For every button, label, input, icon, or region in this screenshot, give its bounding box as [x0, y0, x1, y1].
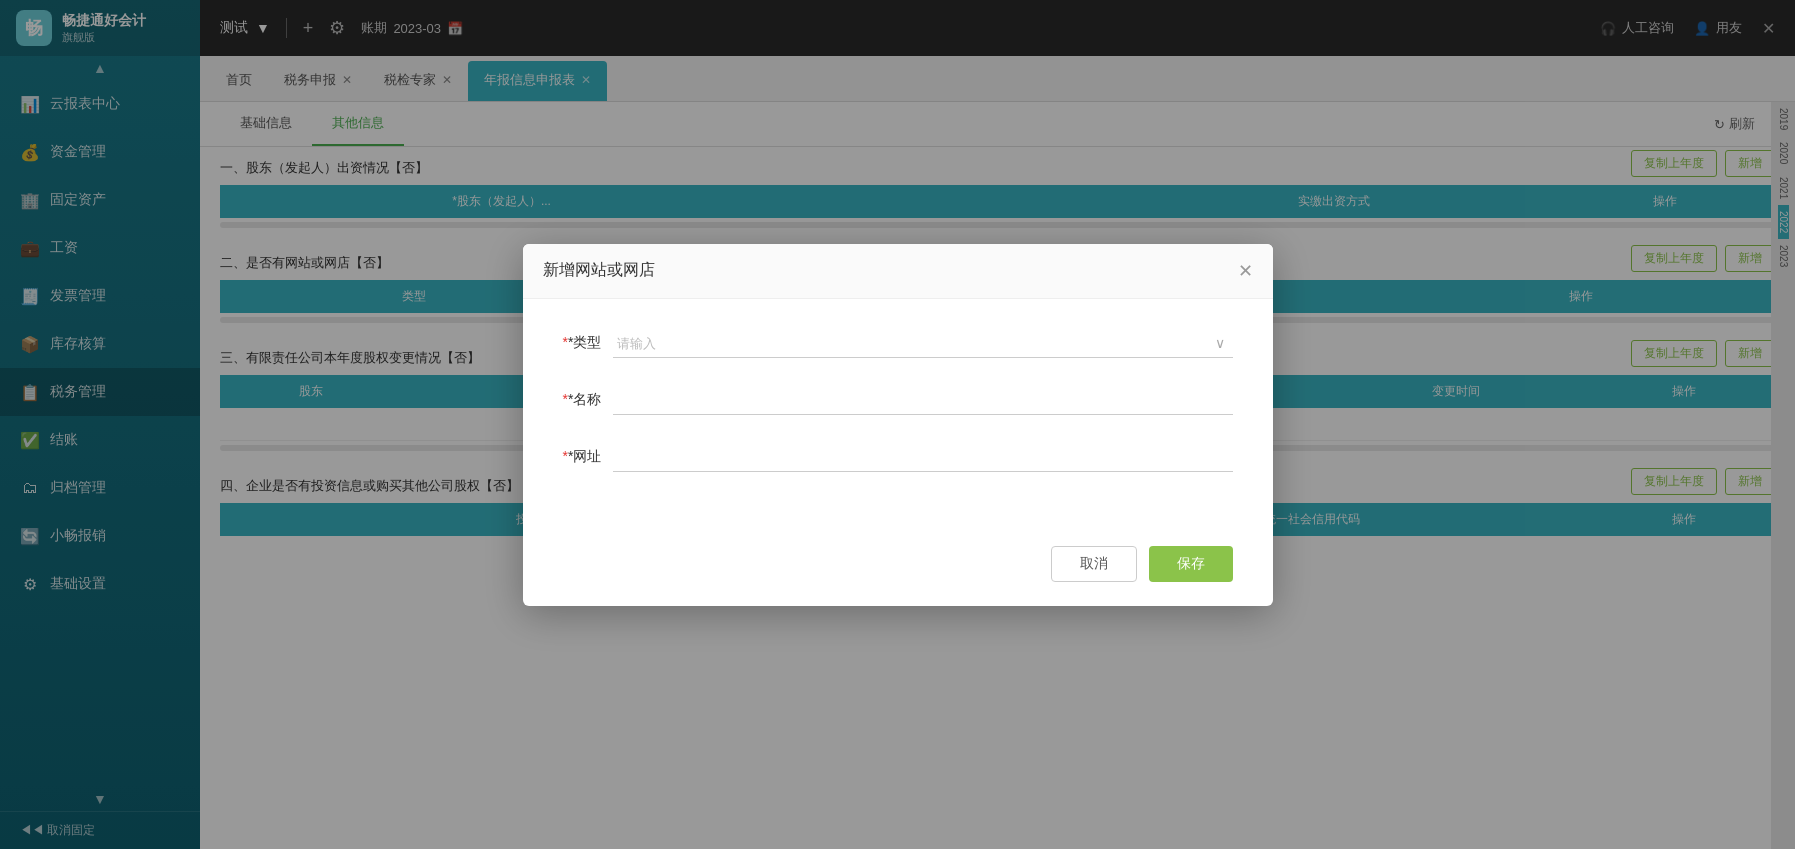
field-name-row: **名称 — [563, 386, 1233, 415]
type-input[interactable] — [613, 329, 1232, 358]
name-input-wrap — [613, 386, 1232, 415]
field-name: **名称 — [563, 386, 1233, 415]
url-input-wrap — [613, 443, 1232, 472]
cancel-button[interactable]: 取消 — [1051, 546, 1137, 582]
field-type: **类型 ∨ — [563, 329, 1233, 358]
dialog-close-button[interactable]: ✕ — [1238, 260, 1253, 282]
modal-overlay: 新增网站或网店 ✕ **类型 ∨ — [0, 0, 1795, 849]
type-input-wrap: ∨ — [613, 329, 1232, 358]
field-url: **网址 — [563, 443, 1233, 472]
dialog-footer: 取消 保存 — [523, 530, 1273, 606]
url-label: **网址 — [563, 448, 602, 466]
add-website-dialog: 新增网站或网店 ✕ **类型 ∨ — [523, 244, 1273, 606]
type-label: **类型 — [563, 334, 602, 352]
dialog-header: 新增网站或网店 ✕ — [523, 244, 1273, 299]
name-input[interactable] — [613, 386, 1232, 415]
save-button[interactable]: 保存 — [1149, 546, 1233, 582]
field-type-row: **类型 ∨ — [563, 329, 1233, 358]
dialog-body: **类型 ∨ **名称 — [523, 299, 1273, 530]
url-input[interactable] — [613, 443, 1232, 472]
name-label: **名称 — [563, 391, 602, 409]
dialog-title: 新增网站或网店 — [543, 260, 655, 281]
field-url-row: **网址 — [563, 443, 1233, 472]
